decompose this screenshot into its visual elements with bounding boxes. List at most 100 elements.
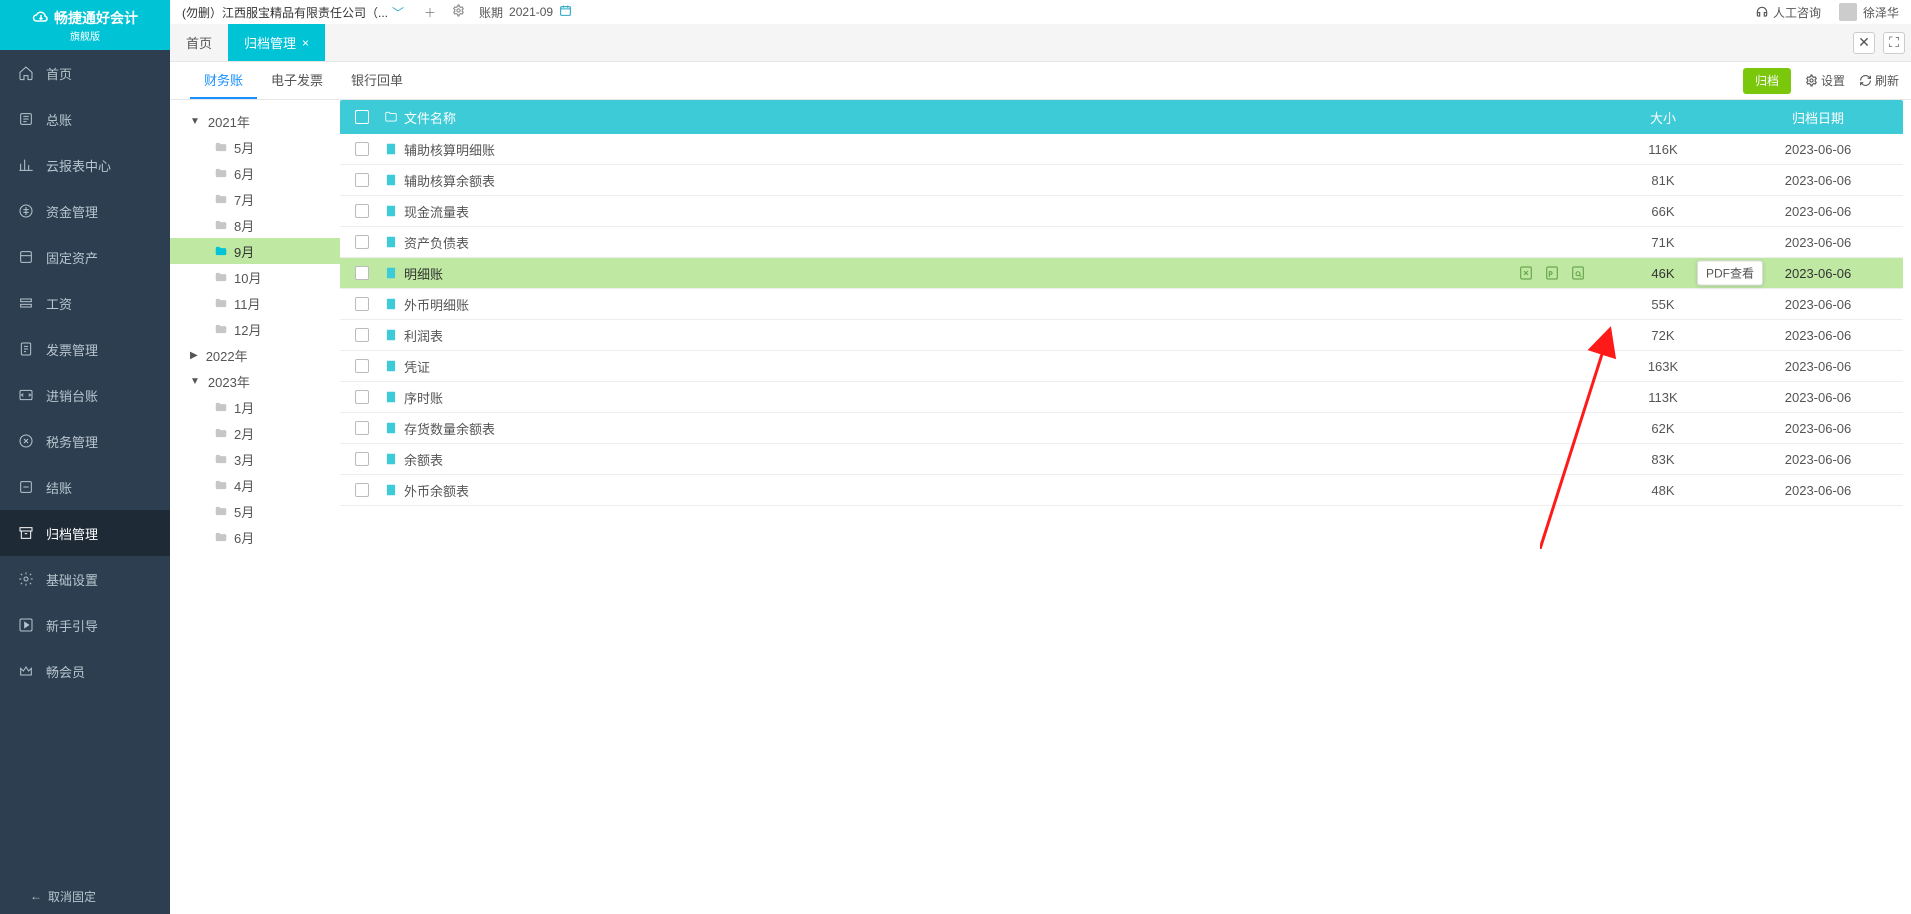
table-row[interactable]: 余额表83K2023-06-06 — [340, 444, 1903, 475]
row-checkbox[interactable] — [355, 452, 369, 466]
sidebar-unpin-label: 取消固定 — [48, 888, 96, 905]
table-row[interactable]: 凭证163K2023-06-06 — [340, 351, 1903, 382]
file-date: 2023-06-06 — [1733, 452, 1903, 467]
subtab-0[interactable]: 财务账 — [190, 62, 257, 99]
row-checkbox[interactable] — [355, 390, 369, 404]
invoice-icon — [18, 341, 34, 357]
tree-month[interactable]: 5月 — [170, 498, 340, 524]
table-row[interactable]: 外币明细账55K2023-06-06 — [340, 289, 1903, 320]
sidebar-item-4[interactable]: 固定资产 — [0, 234, 170, 280]
folder-icon — [214, 504, 228, 518]
tree-month[interactable]: 11月 — [170, 290, 340, 316]
fullscreen-button[interactable]: ⛶ — [1883, 32, 1905, 54]
tree-month[interactable]: 4月 — [170, 472, 340, 498]
sidebar-item-6[interactable]: 发票管理 — [0, 326, 170, 372]
tree-year-label: 2021年 — [208, 112, 250, 131]
table-row[interactable]: 序时账113K2023-06-06 — [340, 382, 1903, 413]
avatar[interactable] — [1839, 3, 1857, 21]
sidebar-item-1[interactable]: 总账 — [0, 96, 170, 142]
inout-icon — [18, 387, 34, 403]
download-pdf-icon[interactable] — [1543, 264, 1561, 282]
file-date: 2023-06-06 — [1733, 235, 1903, 250]
tree-year[interactable]: ▼2023年 — [170, 368, 340, 394]
table-row[interactable]: 利润表72K2023-06-06 — [340, 320, 1903, 351]
support-button[interactable]: 人工咨询 — [1755, 4, 1821, 21]
table-row[interactable]: 资产负债表71K2023-06-06 — [340, 227, 1903, 258]
row-checkbox[interactable] — [355, 483, 369, 497]
add-company-button[interactable]: ＋ — [424, 4, 436, 21]
sidebar-item-12[interactable]: 新手引导 — [0, 602, 170, 648]
table-row[interactable]: 外币余额表48K2023-06-06 — [340, 475, 1903, 506]
table-row[interactable]: 现金流量表66K2023-06-06 — [340, 196, 1903, 227]
row-checkbox[interactable] — [355, 328, 369, 342]
row-checkbox[interactable] — [355, 173, 369, 187]
sidebar-item-2[interactable]: 云报表中心 — [0, 142, 170, 188]
tree-month[interactable]: 5月 — [170, 134, 340, 160]
tree-month[interactable]: 6月 — [170, 160, 340, 186]
tab-0[interactable]: 首页 — [170, 24, 228, 61]
tab-close-button[interactable]: ✕ — [1853, 32, 1875, 54]
row-checkbox[interactable] — [355, 359, 369, 373]
sidebar-item-label: 发票管理 — [46, 340, 152, 359]
table-row[interactable]: 明细账46K2023-06-06PDF查看 — [340, 258, 1903, 289]
file-icon — [384, 452, 398, 466]
table-row[interactable]: 辅助核算余额表81K2023-06-06 — [340, 165, 1903, 196]
file-size: 116K — [1593, 142, 1733, 157]
sidebar-item-3[interactable]: 资金管理 — [0, 188, 170, 234]
headset-icon — [1755, 5, 1769, 19]
tree-month[interactable]: 12月 — [170, 316, 340, 342]
sidebar-item-7[interactable]: 进销台账 — [0, 372, 170, 418]
subtab-1[interactable]: 电子发票 — [257, 62, 337, 99]
sidebar-item-9[interactable]: 结账 — [0, 464, 170, 510]
calendar-icon[interactable] — [559, 4, 572, 20]
row-checkbox[interactable] — [355, 204, 369, 218]
triangle-icon: ▼ — [190, 376, 200, 387]
row-checkbox[interactable] — [355, 297, 369, 311]
tree-month[interactable]: 2月 — [170, 420, 340, 446]
file-name: 资产负债表 — [404, 233, 469, 252]
folder-icon — [214, 270, 228, 284]
tree-year[interactable]: ▼2021年 — [170, 108, 340, 134]
row-checkbox[interactable] — [355, 421, 369, 435]
sidebar-item-10[interactable]: 归档管理 — [0, 510, 170, 556]
tree-month[interactable]: 8月 — [170, 212, 340, 238]
tree-month[interactable]: 7月 — [170, 186, 340, 212]
sidebar-item-5[interactable]: 工资 — [0, 280, 170, 326]
archive-button[interactable]: 归档 — [1743, 68, 1791, 94]
tree-month[interactable]: 6月 — [170, 524, 340, 550]
row-checkbox[interactable] — [355, 266, 369, 280]
chevron-down-icon[interactable]: ﹀ — [392, 4, 404, 21]
company-selector[interactable]: (勿删）江西服宝精品有限责任公司（... — [182, 4, 388, 21]
period-value[interactable]: 2021-09 — [509, 5, 553, 19]
company-settings-button[interactable] — [452, 4, 465, 20]
tree-month[interactable]: 3月 — [170, 446, 340, 472]
select-all-checkbox[interactable] — [355, 110, 369, 124]
tab-1[interactable]: 归档管理× — [228, 24, 325, 61]
tree-month[interactable]: 10月 — [170, 264, 340, 290]
table-row[interactable]: 辅助核算明细账116K2023-06-06 — [340, 134, 1903, 165]
username[interactable]: 徐泽华 — [1863, 4, 1899, 21]
sidebar-item-label: 固定资产 — [46, 248, 152, 267]
sidebar-unpin[interactable]: ← 取消固定 — [0, 878, 170, 914]
folder-icon — [214, 244, 228, 258]
sidebar-item-0[interactable]: 首页 — [0, 50, 170, 96]
download-excel-icon[interactable] — [1517, 264, 1535, 282]
table-row[interactable]: 存货数量余额表62K2023-06-06 — [340, 413, 1903, 444]
subtabs-row: 财务账电子发票银行回单 归档 设置 刷新 — [170, 62, 1911, 100]
sidebar-item-11[interactable]: 基础设置 — [0, 556, 170, 602]
subtab-2[interactable]: 银行回单 — [337, 62, 417, 99]
tree-year[interactable]: ▶2022年 — [170, 342, 340, 368]
row-checkbox[interactable] — [355, 142, 369, 156]
row-checkbox[interactable] — [355, 235, 369, 249]
sidebar-item-label: 税务管理 — [46, 432, 152, 451]
file-icon — [384, 297, 398, 311]
folder-icon — [214, 296, 228, 310]
settings-button[interactable]: 设置 — [1805, 72, 1845, 89]
pdf-preview-icon[interactable] — [1569, 264, 1587, 282]
close-icon[interactable]: × — [302, 36, 309, 50]
sidebar-item-13[interactable]: 畅会员 — [0, 648, 170, 694]
tree-month[interactable]: 9月 — [170, 238, 340, 264]
refresh-button[interactable]: 刷新 — [1859, 72, 1899, 89]
tree-month[interactable]: 1月 — [170, 394, 340, 420]
sidebar-item-8[interactable]: 税务管理 — [0, 418, 170, 464]
